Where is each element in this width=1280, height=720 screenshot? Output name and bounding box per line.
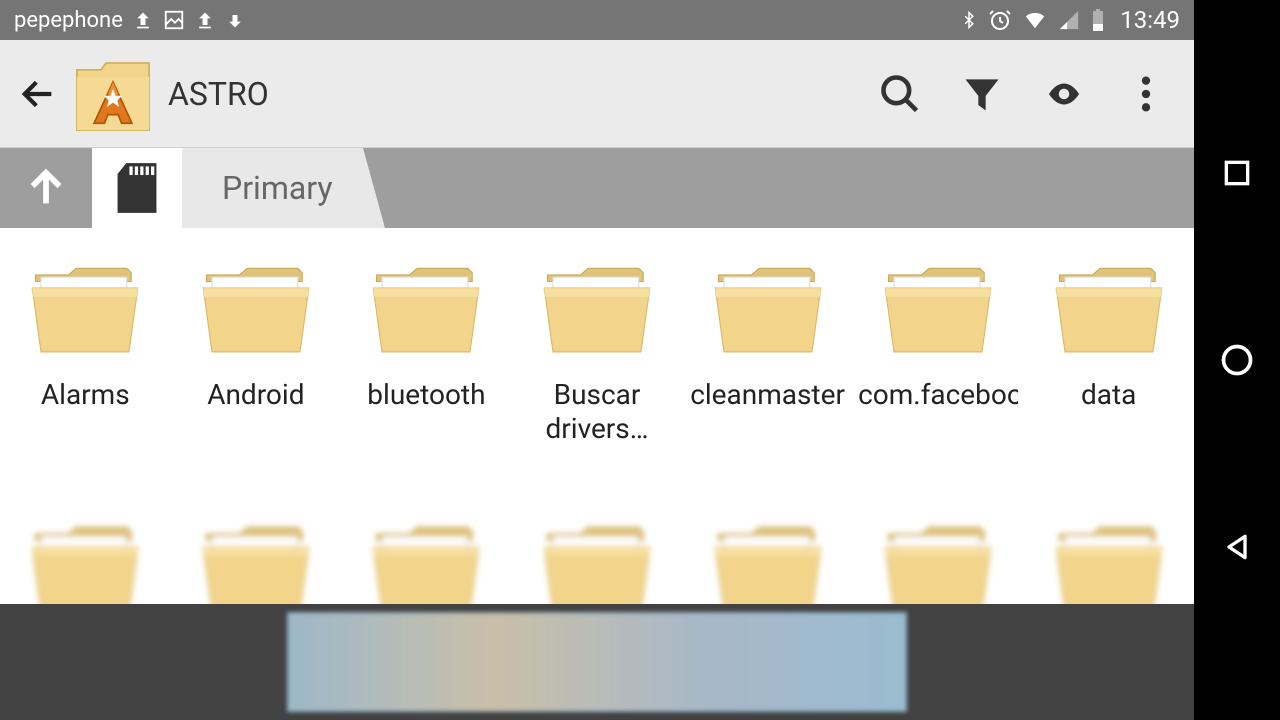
- folder-item[interactable]: cleanmaster: [682, 248, 853, 451]
- status-bar: pepephone: [0, 0, 1194, 40]
- folder-icon: [366, 254, 486, 364]
- nav-recent-button[interactable]: [1215, 151, 1259, 195]
- folder-item[interactable]: bluetooth: [341, 248, 512, 451]
- image-icon: [163, 9, 185, 31]
- app-title: ASTRO: [168, 75, 269, 113]
- download-icon: [225, 10, 245, 30]
- breadcrumb-bar: Primary: [0, 148, 1194, 228]
- folder-icon: [708, 254, 828, 364]
- folder-item[interactable]: Alarms: [0, 248, 171, 451]
- battery-icon: [1090, 8, 1106, 32]
- folder-item[interactable]: Buscar drivers…: [512, 248, 683, 451]
- folder-label: Android: [207, 378, 304, 412]
- app-bar: ASTRO: [0, 40, 1194, 148]
- folder-label: Buscar drivers…: [517, 378, 677, 445]
- nav-home-button[interactable]: [1215, 338, 1259, 382]
- app-icon: [68, 48, 158, 140]
- folder-label: bluetooth: [367, 378, 485, 412]
- folder-icon: [537, 254, 657, 364]
- ad-banner-bar: [0, 604, 1194, 720]
- nav-back-button[interactable]: [1215, 525, 1259, 569]
- alarm-icon: [988, 8, 1012, 32]
- folder-item[interactable]: Android: [171, 248, 342, 451]
- bluetooth-icon: [960, 8, 978, 32]
- system-nav-bar: [1194, 0, 1280, 720]
- folder-icon: [196, 254, 316, 364]
- overflow-button[interactable]: [1122, 70, 1170, 118]
- breadcrumb-label: Primary: [222, 169, 333, 207]
- view-button[interactable]: [1040, 70, 1088, 118]
- carrier-label: pepephone: [14, 8, 123, 33]
- folder-icon: [1049, 254, 1169, 364]
- filter-button[interactable]: [958, 70, 1006, 118]
- folder-icon: [25, 254, 145, 364]
- folder-label: data: [1081, 378, 1136, 412]
- ad-banner[interactable]: [287, 612, 907, 712]
- upload-icon-2: [195, 10, 215, 30]
- upload-icon: [133, 10, 153, 30]
- back-button[interactable]: [14, 70, 62, 118]
- breadcrumb-primary[interactable]: Primary: [182, 148, 363, 228]
- wifi-icon: [1022, 9, 1048, 31]
- up-button[interactable]: [0, 148, 92, 228]
- folder-icon: [878, 254, 998, 364]
- breadcrumb-storage[interactable]: [92, 148, 182, 228]
- folder-label: cleanmaster: [690, 378, 845, 412]
- folder-label: Alarms: [41, 378, 130, 412]
- file-grid-container[interactable]: Alarms Android bluetooth Buscar drivers……: [0, 228, 1194, 720]
- signal-icon: [1058, 9, 1080, 31]
- search-button[interactable]: [876, 70, 924, 118]
- clock-label: 13:49: [1120, 6, 1180, 34]
- folder-item[interactable]: data: [1023, 248, 1194, 451]
- folder-label: com.facebook.or…: [858, 378, 1018, 412]
- folder-item[interactable]: com.facebook.or…: [853, 248, 1024, 451]
